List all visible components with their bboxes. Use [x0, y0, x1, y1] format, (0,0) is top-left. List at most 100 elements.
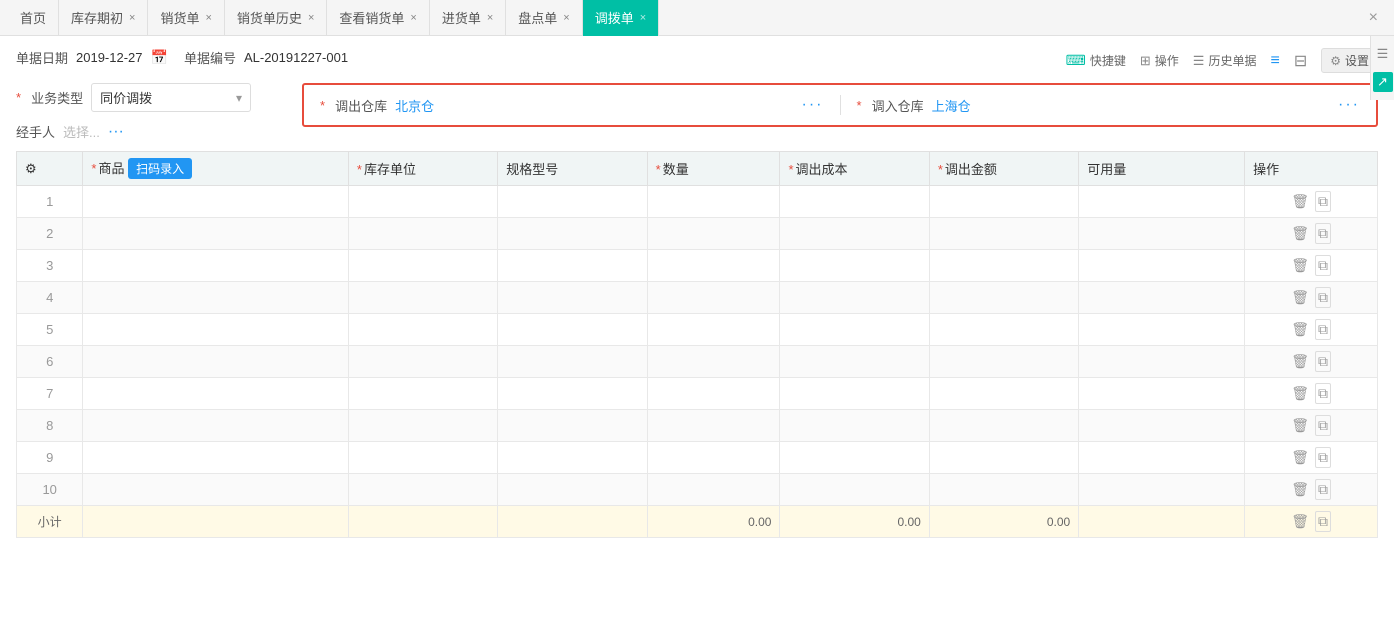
shortcut-btn[interactable]: ⌨ 快捷键	[1066, 52, 1126, 69]
qty-cell[interactable]	[647, 314, 780, 346]
copy-icon[interactable]: ⧉	[1315, 511, 1331, 532]
amount-cell[interactable]	[929, 186, 1078, 218]
spec-cell[interactable]	[498, 218, 647, 250]
close-icon[interactable]: ×	[640, 12, 646, 24]
product-cell[interactable]	[83, 474, 349, 506]
product-cell[interactable]	[83, 186, 349, 218]
sidebar-icon-notes[interactable]: ☰	[1373, 44, 1393, 64]
qty-cell[interactable]	[647, 474, 780, 506]
tab-purchase[interactable]: 进货单 ×	[430, 0, 506, 36]
scan-btn[interactable]: 扫码录入	[128, 158, 192, 179]
history-btn[interactable]: ☰ 历史单据	[1193, 52, 1257, 69]
spec-cell[interactable]	[498, 346, 647, 378]
unit-cell[interactable]	[348, 410, 497, 442]
cost-cell[interactable]	[780, 282, 929, 314]
delete-icon[interactable]: 🗑	[1291, 225, 1309, 242]
unit-cell[interactable]	[348, 346, 497, 378]
avail-cell[interactable]	[1079, 378, 1245, 410]
avail-cell[interactable]	[1079, 282, 1245, 314]
amount-cell[interactable]	[929, 346, 1078, 378]
spec-cell[interactable]	[498, 378, 647, 410]
out-warehouse-more-icon[interactable]: ···	[802, 96, 824, 114]
window-close-button[interactable]: ×	[1361, 9, 1386, 27]
qty-cell[interactable]	[647, 186, 780, 218]
person-more-icon[interactable]: ···	[108, 123, 124, 141]
cost-cell[interactable]	[780, 314, 929, 346]
delete-icon[interactable]: 🗑	[1291, 289, 1309, 306]
spec-cell[interactable]	[498, 186, 647, 218]
delete-icon[interactable]: 🗑	[1291, 257, 1309, 274]
layout-btn1[interactable]: ≡	[1270, 52, 1279, 70]
avail-cell[interactable]	[1079, 442, 1245, 474]
delete-icon[interactable]: 🗑	[1291, 513, 1309, 530]
cost-cell[interactable]	[780, 378, 929, 410]
unit-cell[interactable]	[348, 474, 497, 506]
copy-icon[interactable]: ⧉	[1315, 287, 1331, 308]
cost-cell[interactable]	[780, 250, 929, 282]
product-cell[interactable]	[83, 346, 349, 378]
tab-inventory-init[interactable]: 库存期初 ×	[59, 0, 148, 36]
spec-cell[interactable]	[498, 410, 647, 442]
calendar-icon[interactable]: 📅	[151, 49, 168, 66]
layout-btn2[interactable]: ⊟	[1294, 51, 1307, 71]
unit-cell[interactable]	[348, 442, 497, 474]
cost-cell[interactable]	[780, 410, 929, 442]
amount-cell[interactable]	[929, 282, 1078, 314]
delete-icon[interactable]: 🗑	[1291, 193, 1309, 210]
amount-cell[interactable]	[929, 218, 1078, 250]
gear-icon[interactable]: ⚙	[25, 161, 37, 176]
copy-icon[interactable]: ⧉	[1315, 351, 1331, 372]
qty-cell[interactable]	[647, 282, 780, 314]
amount-cell[interactable]	[929, 378, 1078, 410]
delete-icon[interactable]: 🗑	[1291, 449, 1309, 466]
delete-icon[interactable]: 🗑	[1291, 417, 1309, 434]
amount-cell[interactable]	[929, 410, 1078, 442]
copy-icon[interactable]: ⧉	[1315, 447, 1331, 468]
amount-cell[interactable]	[929, 314, 1078, 346]
tab-view-sales[interactable]: 查看销货单 ×	[327, 0, 429, 36]
avail-cell[interactable]	[1079, 186, 1245, 218]
cost-cell[interactable]	[780, 218, 929, 250]
copy-icon[interactable]: ⧉	[1315, 223, 1331, 244]
close-icon[interactable]: ×	[487, 12, 493, 24]
spec-cell[interactable]	[498, 442, 647, 474]
unit-cell[interactable]	[348, 250, 497, 282]
avail-cell[interactable]	[1079, 346, 1245, 378]
product-cell[interactable]	[83, 442, 349, 474]
qty-cell[interactable]	[647, 410, 780, 442]
close-icon[interactable]: ×	[129, 12, 135, 24]
cost-cell[interactable]	[780, 186, 929, 218]
cost-cell[interactable]	[780, 346, 929, 378]
cost-cell[interactable]	[780, 474, 929, 506]
amount-cell[interactable]	[929, 474, 1078, 506]
qty-cell[interactable]	[647, 218, 780, 250]
spec-cell[interactable]	[498, 250, 647, 282]
tab-home[interactable]: 首页	[8, 0, 59, 36]
delete-icon[interactable]: 🗑	[1291, 385, 1309, 402]
tab-sales-history[interactable]: 销货单历史 ×	[225, 0, 327, 36]
close-icon[interactable]: ×	[563, 12, 569, 24]
close-icon[interactable]: ×	[410, 12, 416, 24]
avail-cell[interactable]	[1079, 250, 1245, 282]
sidebar-icon-export[interactable]: ↗	[1373, 72, 1393, 92]
spec-cell[interactable]	[498, 282, 647, 314]
copy-icon[interactable]: ⧉	[1315, 191, 1331, 212]
qty-cell[interactable]	[647, 442, 780, 474]
amount-cell[interactable]	[929, 442, 1078, 474]
product-cell[interactable]	[83, 378, 349, 410]
copy-icon[interactable]: ⧉	[1315, 415, 1331, 436]
tab-inventory-check[interactable]: 盘点单 ×	[506, 0, 582, 36]
delete-icon[interactable]: 🗑	[1291, 481, 1309, 498]
qty-cell[interactable]	[647, 346, 780, 378]
unit-cell[interactable]	[348, 314, 497, 346]
amount-cell[interactable]	[929, 250, 1078, 282]
copy-icon[interactable]: ⧉	[1315, 319, 1331, 340]
product-cell[interactable]	[83, 250, 349, 282]
delete-icon[interactable]: 🗑	[1291, 353, 1309, 370]
avail-cell[interactable]	[1079, 410, 1245, 442]
cost-cell[interactable]	[780, 442, 929, 474]
unit-cell[interactable]	[348, 218, 497, 250]
product-cell[interactable]	[83, 282, 349, 314]
qty-cell[interactable]	[647, 250, 780, 282]
tab-sales-order[interactable]: 销货单 ×	[148, 0, 224, 36]
